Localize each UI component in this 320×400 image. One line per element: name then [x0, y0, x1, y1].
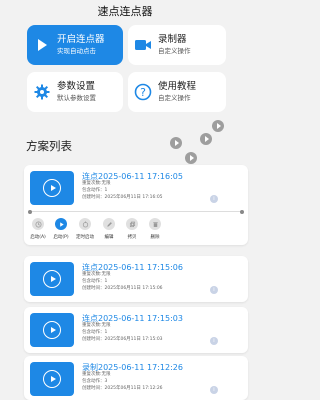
scheme-action-count: 包含动作：1 [82, 279, 108, 284]
scheme-item[interactable]: 录制2025-06-11 17:12:26 重复次数:无限 包含动作：3 创建时… [24, 356, 248, 400]
floating-click-marker-icon[interactable] [170, 137, 182, 149]
scheme-action-bar: 启动(A) 启动(P) 定时启动 编辑 拷贝 删除 [28, 218, 252, 254]
timer-icon [79, 218, 91, 230]
scheme-action-count: 包含动作：1 [82, 330, 108, 335]
scheme-created-time: 创建时间：2025年06月11日 17:16:05 [82, 195, 163, 200]
scheme-thumbnail[interactable] [30, 262, 74, 296]
start-clicker-card[interactable]: 开启连点器 实现自动点击 [27, 25, 123, 65]
scheme-item[interactable]: 连点2025-06-11 17:15:03 重复次数:无限 包含动作：1 创建时… [24, 307, 248, 353]
trash-icon [149, 218, 161, 230]
timed-start-label: 定时启动 [76, 235, 94, 240]
recorder-card[interactable]: 录制器 自定义操作 [128, 25, 226, 65]
slider-handle[interactable] [28, 209, 32, 214]
edit-icon [103, 218, 115, 230]
scheme-created-time: 创建时间：2025年06月11日 17:15:06 [82, 286, 163, 291]
copy-icon [126, 218, 138, 230]
settings-subtitle: 默认参数设置 [57, 94, 96, 102]
play-circle-icon [43, 270, 61, 288]
floating-click-marker-icon[interactable] [212, 120, 224, 132]
scheme-thumbnail[interactable] [30, 313, 74, 347]
info-icon[interactable]: i [210, 195, 218, 203]
settings-card[interactable]: 参数设置 默认参数设置 [27, 72, 123, 112]
info-icon[interactable]: i [210, 386, 218, 394]
slider-handle[interactable] [240, 209, 244, 214]
start-a-label: 启动(A) [30, 235, 46, 240]
scheme-repeat: 重复次数:无限 [82, 272, 111, 277]
delete-label: 删除 [150, 235, 160, 240]
tutorial-title: 使用教程 [158, 81, 197, 92]
tutorial-card[interactable]: ? 使用教程 自定义操作 [128, 72, 226, 112]
start-clicker-title: 开启连点器 [57, 34, 105, 45]
scheme-created-time: 创建时间：2025年06月11日 17:12:26 [82, 386, 163, 391]
timed-start-button[interactable]: 定时启动 [75, 218, 95, 240]
scheme-action-count: 包含动作：3 [82, 379, 108, 384]
play-circle-icon [43, 370, 61, 388]
delete-button[interactable]: 删除 [145, 218, 165, 240]
scheme-repeat: 重复次数:无限 [82, 372, 111, 377]
floating-click-marker-icon[interactable] [200, 133, 212, 145]
edit-button[interactable]: 编辑 [99, 218, 119, 240]
start-p-label: 启动(P) [53, 235, 69, 240]
copy-label: 拷贝 [127, 235, 137, 240]
scheme-action-count: 包含动作：1 [82, 188, 108, 193]
info-icon[interactable]: i [210, 337, 218, 345]
scheme-item[interactable]: 连点2025-06-11 17:15:06 重复次数:无限 包含动作：1 创建时… [24, 256, 248, 302]
expand-divider [30, 211, 242, 212]
scheme-created-time: 创建时间：2025年06月11日 17:15:03 [82, 337, 163, 342]
recorder-subtitle: 自定义操作 [158, 47, 191, 55]
settings-title: 参数设置 [57, 81, 96, 92]
edit-label: 编辑 [104, 235, 114, 240]
scheme-repeat: 重复次数:无限 [82, 181, 111, 186]
play-circle-icon [43, 321, 61, 339]
start-a-button[interactable]: 启动(A) [28, 218, 48, 240]
scheme-thumbnail[interactable] [30, 362, 74, 396]
play-icon [55, 218, 67, 230]
scheme-list-title: 方案列表 [26, 139, 72, 153]
scheme-repeat: 重复次数:无限 [82, 323, 111, 328]
svg-text:?: ? [140, 86, 146, 99]
start-p-button[interactable]: 启动(P) [51, 218, 71, 240]
app-title: 速点连点器 [97, 5, 153, 18]
gear-icon [27, 84, 57, 100]
clock-icon [32, 218, 44, 230]
scheme-thumbnail[interactable] [30, 171, 74, 205]
tutorial-subtitle: 自定义操作 [158, 94, 191, 102]
start-clicker-subtitle: 实现自动点击 [57, 47, 96, 55]
floating-click-marker-icon[interactable] [185, 152, 197, 164]
question-icon: ? [128, 83, 158, 101]
info-icon[interactable]: i [210, 286, 218, 294]
video-camera-icon [128, 38, 158, 52]
play-circle-icon [43, 179, 61, 197]
recorder-title: 录制器 [158, 34, 187, 45]
copy-button[interactable]: 拷贝 [122, 218, 142, 240]
play-icon [27, 38, 57, 52]
